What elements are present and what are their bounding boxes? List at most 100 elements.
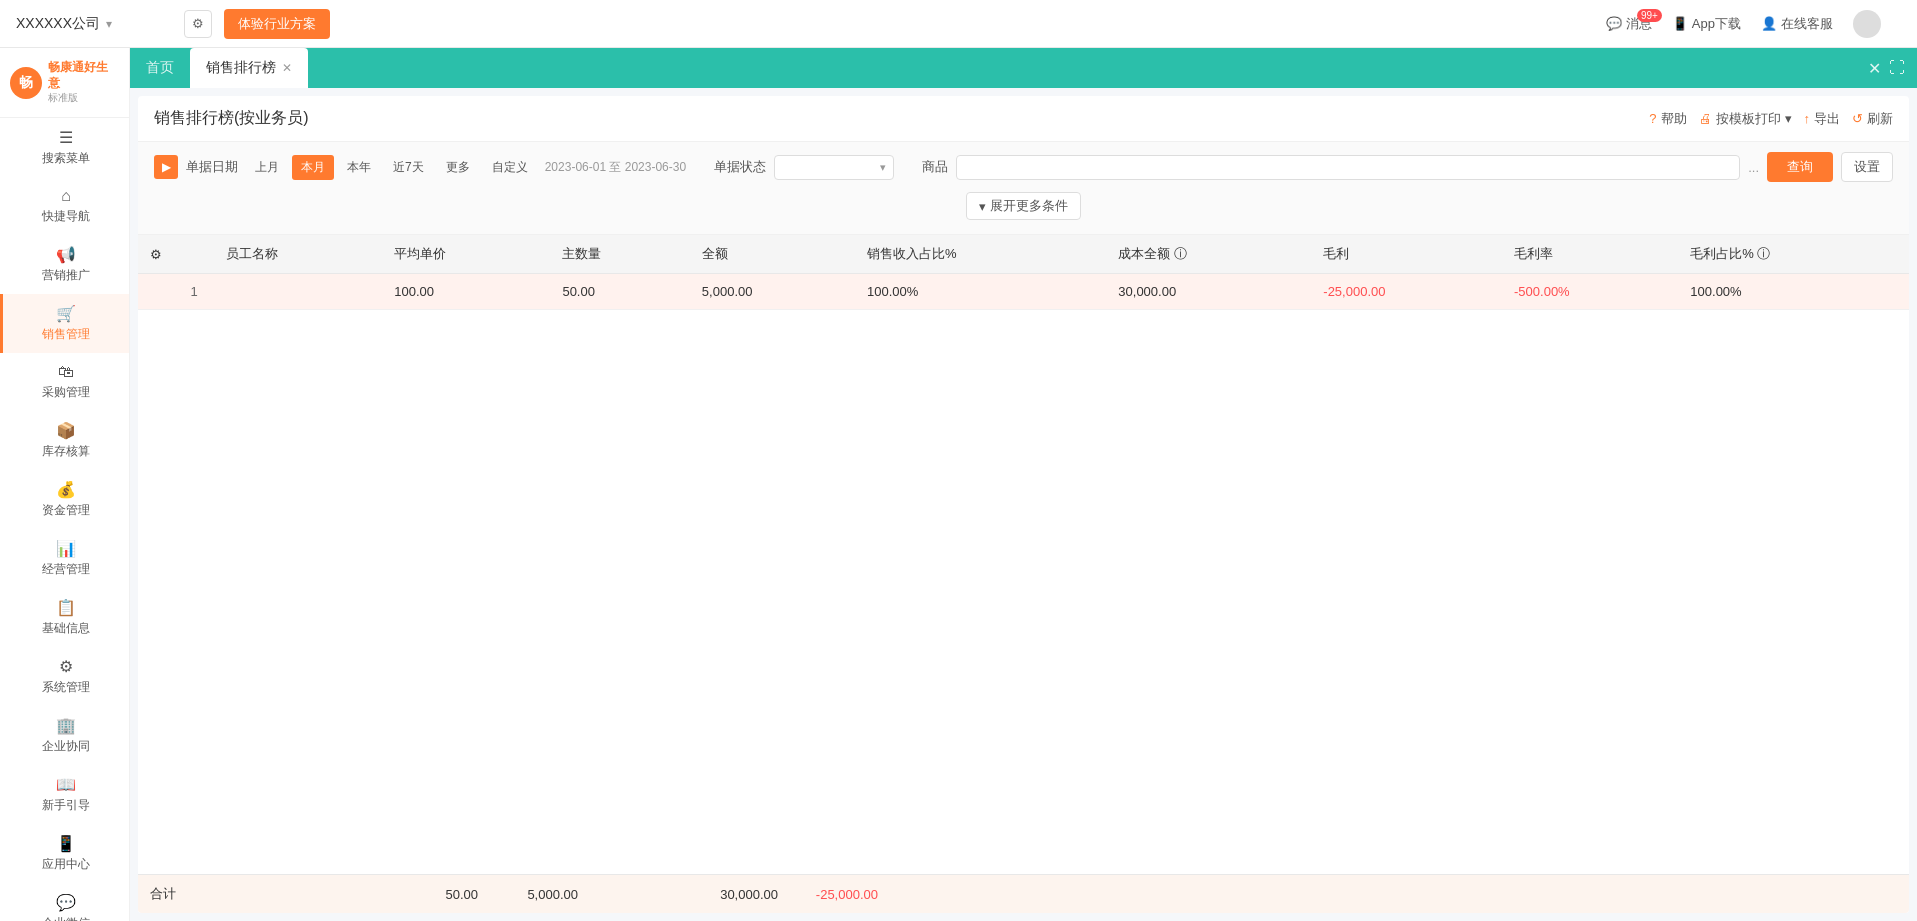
settings-icon[interactable]: ⚙ — [184, 10, 212, 38]
table-footer: 合计 50.00 5,000.00 30,000.00 -25,000.00 — [138, 874, 1909, 913]
trial-button[interactable]: 体验行业方案 — [224, 9, 330, 39]
sidebar-item-system[interactable]: ⚙ 系统管理 — [0, 647, 129, 706]
sidebar-item-apps[interactable]: 📱 应用中心 — [0, 824, 129, 883]
footer-sales-pct — [590, 887, 690, 902]
sidebar-item-enterprise[interactable]: 🏢 企业协同 — [0, 706, 129, 765]
date-tab-last7[interactable]: 近7天 — [384, 155, 433, 180]
date-tab-lastmonth[interactable]: 上月 — [246, 155, 288, 180]
row-sales-pct-cell: 100.00% — [855, 274, 1106, 310]
service-label: 在线客服 — [1781, 15, 1833, 33]
tab-sales-rank[interactable]: 销售排行榜 ✕ — [190, 48, 308, 88]
goods-filter-label: 商品 — [922, 158, 948, 176]
help-label: 帮助 — [1661, 110, 1687, 128]
col-rank — [174, 235, 214, 274]
export-button[interactable]: ↑ 导出 — [1804, 110, 1841, 128]
filter-toggle-icon: ▶ — [162, 160, 171, 174]
help-button[interactable]: ? 帮助 — [1649, 110, 1686, 128]
tab-maximize-icon[interactable]: ⛶ — [1889, 59, 1905, 77]
sidebar-item-wechat[interactable]: 💬 企业微信 — [0, 883, 129, 921]
system-icon: ⚙ — [59, 657, 73, 676]
goods-input[interactable] — [956, 155, 1740, 180]
footer-gross-pct — [990, 887, 1090, 902]
content-area: 首页 销售排行榜 ✕ ✕ ⛶ 销售排行榜(按业务员) ? 帮助 — [130, 48, 1917, 921]
filter-toggle-button[interactable]: ▶ — [154, 155, 178, 179]
sidebar-item-sales[interactable]: 🛒 销售管理 — [0, 294, 129, 353]
expand-label: 展开更多条件 — [990, 197, 1068, 215]
inventory-icon: 📦 — [56, 421, 76, 440]
expand-filter-button[interactable]: ▾ 展开更多条件 — [966, 192, 1081, 220]
app-label: App下载 — [1692, 15, 1741, 33]
finance-icon: 💰 — [56, 480, 76, 499]
sidebar-label-enterprise: 企业协同 — [42, 738, 90, 755]
row-gross-cell: -25,000.00 — [1311, 274, 1502, 310]
guide-icon: 📖 — [56, 775, 76, 794]
more-filter-btn[interactable]: ... — [1748, 160, 1759, 175]
date-tab-more[interactable]: 更多 — [437, 155, 479, 180]
row-name-cell — [214, 274, 382, 310]
date-tab-thisyear[interactable]: 本年 — [338, 155, 380, 180]
row-settings-cell[interactable] — [138, 274, 174, 310]
sidebar-item-guide[interactable]: 📖 新手引导 — [0, 765, 129, 824]
sidebar-label-guide: 新手引导 — [42, 797, 90, 814]
logo-icon: 畅 — [10, 67, 42, 99]
print-label: 按模板打印 — [1716, 110, 1781, 128]
data-table: ⚙ 员工名称 平均单价 主数量 全额 销售收入占比% 成本全额 ⓘ 毛利 毛利率… — [138, 235, 1909, 310]
message-item[interactable]: 💬 消息 99+ — [1606, 15, 1652, 33]
enterprise-icon: 🏢 — [56, 716, 76, 735]
tab-window-close-icon[interactable]: ✕ — [1868, 59, 1881, 78]
page-content: 销售排行榜(按业务员) ? 帮助 🖨 按模板打印 ▾ ↑ 导出 — [138, 96, 1909, 913]
sidebar-label-apps: 应用中心 — [42, 856, 90, 873]
sidebar-item-finance[interactable]: 💰 资金管理 — [0, 470, 129, 529]
apps-icon: 📱 — [56, 834, 76, 853]
footer-main-qty: 50.00 — [390, 887, 490, 902]
message-badge: 99+ — [1637, 9, 1662, 22]
tab-close-icon[interactable]: ✕ — [282, 61, 292, 75]
query-button[interactable]: 查询 — [1767, 152, 1833, 182]
status-select[interactable] — [774, 155, 894, 180]
tab-home[interactable]: 首页 — [130, 48, 190, 88]
online-service-item[interactable]: 👤 在线客服 — [1761, 15, 1833, 33]
refresh-label: 刷新 — [1867, 110, 1893, 128]
sidebar-item-operations[interactable]: 📊 经营管理 — [0, 529, 129, 588]
row-gross-pct-cell: 100.00% — [1678, 274, 1909, 310]
print-chevron-icon: ▾ — [1785, 111, 1792, 126]
row-cost-cell: 30,000.00 — [1106, 274, 1311, 310]
company-name: XXXXXX公司 — [16, 15, 100, 33]
footer-values: 50.00 5,000.00 30,000.00 -25,000.00 — [290, 887, 1897, 902]
sidebar-logo: 畅 畅康通好生意 标准版 — [0, 48, 129, 118]
sidebar-label-finance: 资金管理 — [42, 502, 90, 519]
search-menu-icon: ☰ — [59, 128, 73, 147]
wechat-icon: 💬 — [56, 893, 76, 912]
print-icon: 🖨 — [1699, 111, 1712, 126]
sidebar-item-inventory[interactable]: 📦 库存核算 — [0, 411, 129, 470]
print-button[interactable]: 🖨 按模板打印 ▾ — [1699, 110, 1792, 128]
sidebar-item-base[interactable]: 📋 基础信息 — [0, 588, 129, 647]
col-settings[interactable]: ⚙ — [138, 235, 174, 274]
col-gross: 毛利 — [1311, 235, 1502, 274]
sidebar-item-shortcut[interactable]: ⌂ 快捷导航 — [0, 177, 129, 235]
footer-gross-rate — [890, 887, 990, 902]
chevron-down-icon: ▾ — [106, 17, 112, 31]
expand-chevron-icon: ▾ — [979, 199, 986, 214]
sidebar: 畅 畅康通好生意 标准版 ☰ 搜索菜单 ⌂ 快捷导航 📢 营销推广 🛒 销售管理… — [0, 48, 130, 921]
marketing-icon: 📢 — [56, 245, 76, 264]
table-row: 1 100.00 50.00 5,000.00 100.00% 30,000.0… — [138, 274, 1909, 310]
sales-icon: 🛒 — [56, 304, 76, 323]
date-tab-custom[interactable]: 自定义 — [483, 155, 537, 180]
sidebar-label-system: 系统管理 — [42, 679, 90, 696]
date-tab-thismonth[interactable]: 本月 — [292, 155, 334, 180]
sidebar-label-shortcut: 快捷导航 — [42, 208, 90, 225]
sidebar-item-marketing[interactable]: 📢 营销推广 — [0, 235, 129, 294]
company-selector[interactable]: XXXXXX公司 ▾ — [16, 15, 176, 33]
settings-button[interactable]: 设置 — [1841, 152, 1893, 182]
avatar[interactable] — [1853, 10, 1881, 38]
page-header: 销售排行榜(按业务员) ? 帮助 🖨 按模板打印 ▾ ↑ 导出 — [138, 96, 1909, 142]
row-amount-cell: 5,000.00 — [690, 274, 855, 310]
sidebar-label-search: 搜索菜单 — [42, 150, 90, 167]
app-download-item[interactable]: 📱 App下载 — [1672, 15, 1741, 33]
refresh-button[interactable]: ↺ 刷新 — [1852, 110, 1893, 128]
row-main-qty-cell: 50.00 — [550, 274, 689, 310]
sidebar-item-purchase[interactable]: 🛍 采购管理 — [0, 353, 129, 411]
sidebar-item-search[interactable]: ☰ 搜索菜单 — [0, 118, 129, 177]
export-icon: ↑ — [1804, 111, 1811, 126]
